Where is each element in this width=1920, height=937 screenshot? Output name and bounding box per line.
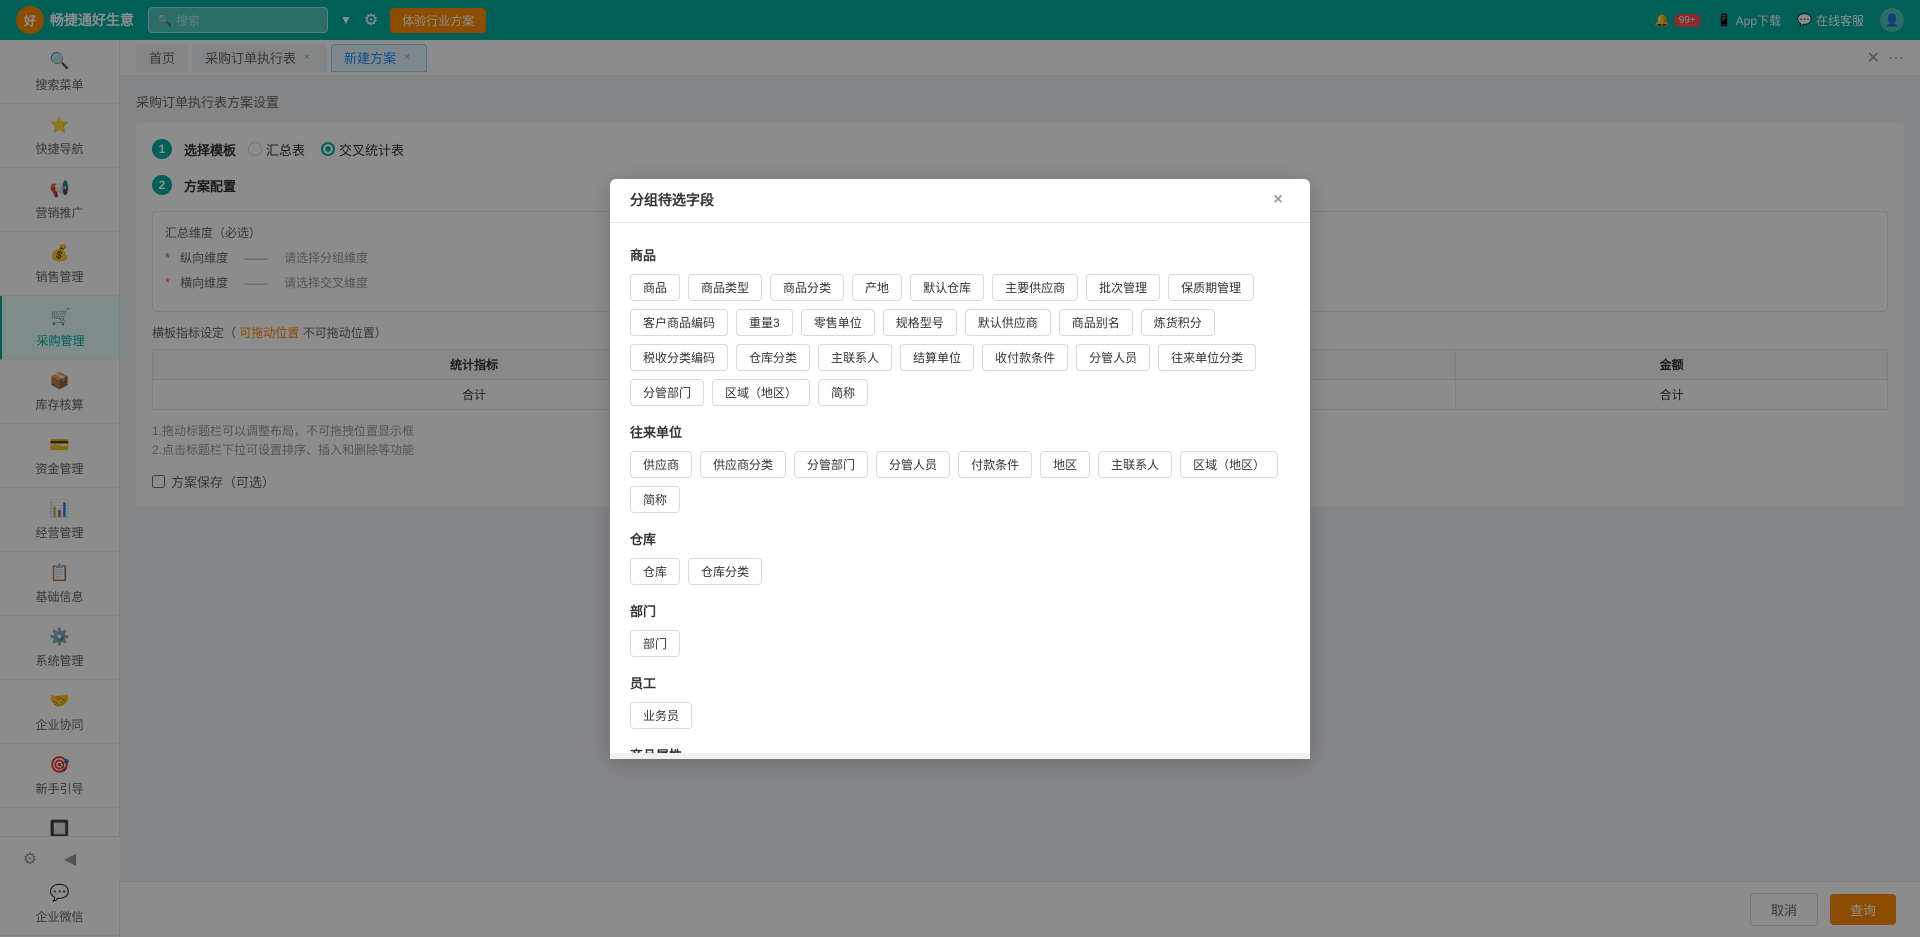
field-tag-收付款条件[interactable]: 收付款条件 xyxy=(982,344,1068,371)
field-tag-默认仓库[interactable]: 默认仓库 xyxy=(910,274,984,301)
field-tag-简称[interactable]: 简称 xyxy=(818,379,868,406)
field-tag-分管部门[interactable]: 分管部门 xyxy=(794,451,868,478)
field-tag-商品类型[interactable]: 商品类型 xyxy=(688,274,762,301)
field-tag-商品分类[interactable]: 商品分类 xyxy=(770,274,844,301)
modal-header: 分组待选字段 × xyxy=(610,179,1310,223)
modal-overlay: 分组待选字段 × 商品商品商品类型商品分类产地默认仓库主要供应商批次管理保质期管… xyxy=(0,0,1920,937)
modal-scrollbar-area xyxy=(610,753,1310,759)
field-tag-供应商[interactable]: 供应商 xyxy=(630,451,692,478)
field-tag-商品别名[interactable]: 商品别名 xyxy=(1059,309,1133,336)
field-tag-分管人员[interactable]: 分管人员 xyxy=(876,451,950,478)
modal-close-btn[interactable]: × xyxy=(1266,188,1290,212)
section-title-商品属性: 商品属性 xyxy=(630,745,1302,753)
modal-title: 分组待选字段 xyxy=(630,190,714,210)
field-tag-简称[interactable]: 简称 xyxy=(630,486,680,513)
field-tag-规格型号[interactable]: 规格型号 xyxy=(883,309,957,336)
field-tag-零售单位[interactable]: 零售单位 xyxy=(801,309,875,336)
field-tag-往来单位分类[interactable]: 往来单位分类 xyxy=(1158,344,1256,371)
field-tag-重量3[interactable]: 重量3 xyxy=(736,309,793,336)
field-tags-商品: 商品商品类型商品分类产地默认仓库主要供应商批次管理保质期管理客户商品编码重量3 零… xyxy=(630,274,1302,406)
modal-body: 商品商品商品类型商品分类产地默认仓库主要供应商批次管理保质期管理客户商品编码重量… xyxy=(610,223,1310,753)
field-tag-供应商分类[interactable]: 供应商分类 xyxy=(700,451,786,478)
section-title-往来单位: 往来单位 xyxy=(630,422,1302,441)
field-tag-地区[interactable]: 地区 xyxy=(1040,451,1090,478)
field-tag-区域（地区）[interactable]: 区域（地区） xyxy=(1180,451,1278,478)
modal: 分组待选字段 × 商品商品商品类型商品分类产地默认仓库主要供应商批次管理保质期管… xyxy=(610,179,1310,759)
field-tags-往来单位: 供应商供应商分类分管部门分管人员付款条件地区主联系人区域（地区） 简称 xyxy=(630,451,1302,513)
field-tag-主联系人[interactable]: 主联系人 xyxy=(818,344,892,371)
field-tags-员工: 业务员 xyxy=(630,702,1302,729)
section-title-员工: 员工 xyxy=(630,673,1302,692)
field-tag-付款条件[interactable]: 付款条件 xyxy=(958,451,1032,478)
field-tag-保质期管理[interactable]: 保质期管理 xyxy=(1168,274,1254,301)
section-title-部门: 部门 xyxy=(630,601,1302,620)
field-tag-结算单位[interactable]: 结算单位 xyxy=(900,344,974,371)
section-title-仓库: 仓库 xyxy=(630,529,1302,548)
field-tag-业务员[interactable]: 业务员 xyxy=(630,702,692,729)
field-tag-主要供应商[interactable]: 主要供应商 xyxy=(992,274,1078,301)
field-tag-税收分类编码[interactable]: 税收分类编码 xyxy=(630,344,728,371)
field-tags-仓库: 仓库仓库分类 xyxy=(630,558,1302,585)
field-tag-分管人员[interactable]: 分管人员 xyxy=(1076,344,1150,371)
field-tag-炼货积分[interactable]: 炼货积分 xyxy=(1141,309,1215,336)
field-tag-区域（地区）[interactable]: 区域（地区） xyxy=(712,379,810,406)
field-tag-仓库[interactable]: 仓库 xyxy=(630,558,680,585)
field-tag-仓库分类[interactable]: 仓库分类 xyxy=(688,558,762,585)
field-tag-批次管理[interactable]: 批次管理 xyxy=(1086,274,1160,301)
field-tag-分管部门[interactable]: 分管部门 xyxy=(630,379,704,406)
field-tags-部门: 部门 xyxy=(630,630,1302,657)
field-tag-商品[interactable]: 商品 xyxy=(630,274,680,301)
field-tag-部门[interactable]: 部门 xyxy=(630,630,680,657)
section-title-商品: 商品 xyxy=(630,245,1302,264)
field-tag-客户商品编码[interactable]: 客户商品编码 xyxy=(630,309,728,336)
field-tag-仓库分类[interactable]: 仓库分类 xyxy=(736,344,810,371)
field-tag-产地[interactable]: 产地 xyxy=(852,274,902,301)
field-tag-默认供应商[interactable]: 默认供应商 xyxy=(965,309,1051,336)
field-tag-主联系人[interactable]: 主联系人 xyxy=(1098,451,1172,478)
